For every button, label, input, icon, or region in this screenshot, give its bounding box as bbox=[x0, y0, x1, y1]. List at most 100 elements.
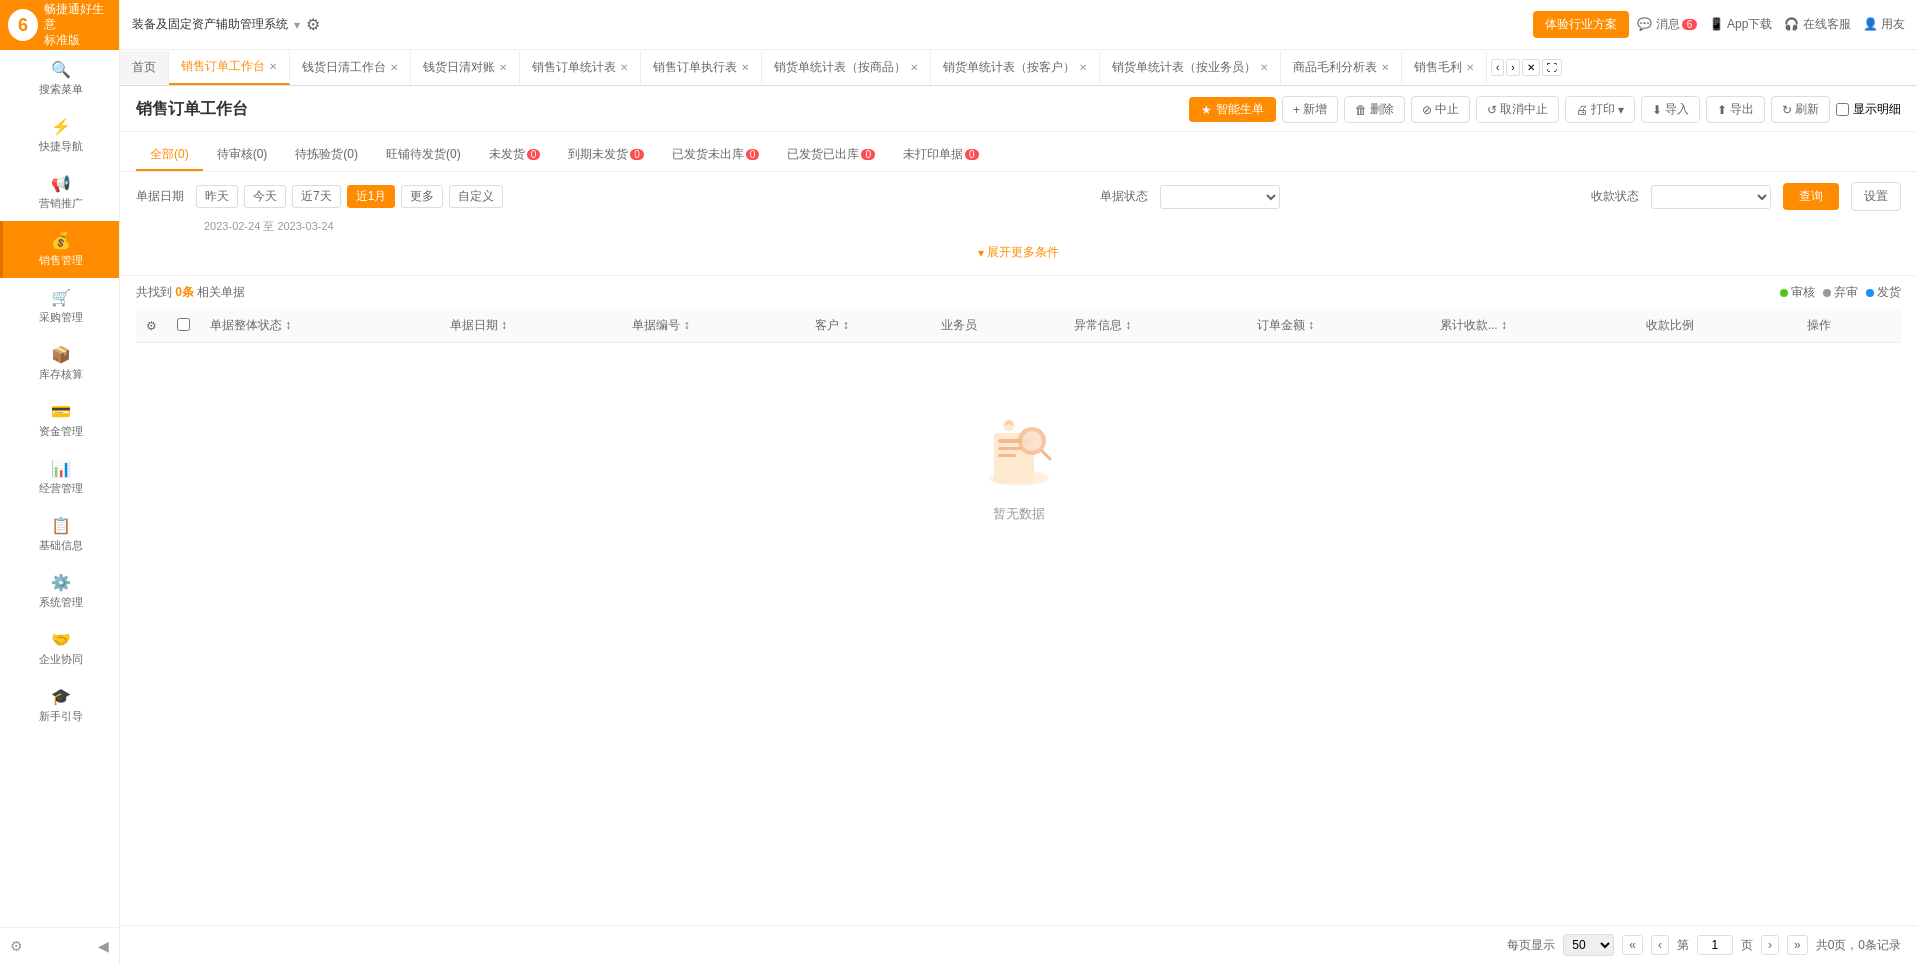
sort-icon[interactable]: ↕ bbox=[501, 318, 507, 332]
tab-close-cash-daily[interactable]: ✕ bbox=[390, 62, 398, 73]
sort-icon[interactable]: ↕ bbox=[684, 318, 690, 332]
tab-close-sales-exec[interactable]: ✕ bbox=[741, 62, 749, 73]
page-size-select[interactable]: 102050100 bbox=[1563, 934, 1614, 956]
tab-close-sales-more[interactable]: ✕ bbox=[1466, 62, 1474, 73]
sidebar-item-purchase[interactable]: 🛒采购管理 bbox=[0, 278, 119, 335]
print-button[interactable]: 🖨 打印 ▾ bbox=[1565, 96, 1635, 123]
tab-cash-daily[interactable]: 钱货日清工作台✕ bbox=[290, 51, 411, 84]
tab-sales-stats[interactable]: 销售订单统计表✕ bbox=[520, 51, 641, 84]
sidebar-label-quick: 快捷导航 bbox=[39, 139, 83, 154]
subtab-all[interactable]: 全部(0) bbox=[136, 140, 203, 171]
tab-close-sales-summary-product[interactable]: ✕ bbox=[910, 62, 918, 73]
tab-gross-profit[interactable]: 商品毛利分析表✕ bbox=[1281, 51, 1402, 84]
cancel-stop-button[interactable]: ↺ 取消中止 bbox=[1476, 96, 1559, 123]
sidebar-item-finance[interactable]: 💳资金管理 bbox=[0, 392, 119, 449]
next-page-button[interactable]: › bbox=[1761, 935, 1779, 955]
prev-page-button[interactable]: ‹ bbox=[1651, 935, 1669, 955]
date-option-1month[interactable]: 近1月 bbox=[347, 185, 396, 208]
subtab-expired[interactable]: 到期未发货0 bbox=[554, 140, 658, 171]
message-icon[interactable]: 💬 消息6 bbox=[1637, 16, 1697, 33]
sort-icon[interactable]: ↕ bbox=[1308, 318, 1314, 332]
sidebar-item-inventory[interactable]: 📦库存核算 bbox=[0, 335, 119, 392]
online-service-link[interactable]: 🎧 在线客服 bbox=[1784, 16, 1850, 33]
status-select[interactable] bbox=[1160, 185, 1280, 209]
table-scroll[interactable] bbox=[120, 905, 1917, 925]
subtab-pending[interactable]: 待审核(0) bbox=[203, 140, 282, 171]
tab-sales-exec[interactable]: 销售订单执行表✕ bbox=[641, 51, 762, 84]
set-button[interactable]: 设置 bbox=[1851, 182, 1901, 211]
last-page-button[interactable]: » bbox=[1787, 935, 1808, 955]
payment-select[interactable] bbox=[1651, 185, 1771, 209]
sort-icon[interactable]: ↕ bbox=[285, 318, 291, 332]
audit-action-button[interactable]: 审核 bbox=[1780, 284, 1815, 301]
ship-action-button[interactable]: 发货 bbox=[1866, 284, 1901, 301]
tab-prev-button[interactable]: ‹ bbox=[1491, 59, 1504, 76]
tab-sales-summary-customer[interactable]: 销货单统计表（按客户）✕ bbox=[931, 51, 1100, 84]
import-button[interactable]: ⬇ 导入 bbox=[1641, 96, 1700, 123]
export-icon: ⬆ bbox=[1717, 103, 1727, 117]
date-option-custom[interactable]: 自定义 bbox=[449, 185, 503, 208]
date-option-yesterday[interactable]: 昨天 bbox=[196, 185, 238, 208]
show-detail-checkbox[interactable] bbox=[1836, 103, 1849, 116]
date-option-today[interactable]: 今天 bbox=[244, 185, 286, 208]
sidebar-item-system[interactable]: ⚙️系统管理 bbox=[0, 563, 119, 620]
show-detail-toggle[interactable]: 显示明细 bbox=[1836, 101, 1901, 118]
sidebar-item-operations[interactable]: 📊经营管理 bbox=[0, 449, 119, 506]
sidebar-item-enterprise[interactable]: 🤝企业协同 bbox=[0, 620, 119, 677]
sort-icon[interactable]: ↕ bbox=[1125, 318, 1131, 332]
page-input[interactable] bbox=[1697, 935, 1733, 955]
th-check[interactable] bbox=[167, 309, 200, 343]
tab-close-gross-profit[interactable]: ✕ bbox=[1381, 62, 1389, 73]
sort-icon[interactable]: ↕ bbox=[843, 318, 849, 332]
smart-create-button[interactable]: ★ 智能生单 bbox=[1189, 97, 1276, 122]
add-button[interactable]: + 新增 bbox=[1282, 96, 1338, 123]
tab-close-sales-stats[interactable]: ✕ bbox=[620, 62, 628, 73]
export-button[interactable]: ⬆ 导出 bbox=[1706, 96, 1765, 123]
tabbar: 首页销售订单工作台✕钱货日清工作台✕钱货日清对账✕销售订单统计表✕销售订单执行表… bbox=[120, 50, 1917, 86]
sidebar-item-marketing[interactable]: 📢营销推广 bbox=[0, 164, 119, 221]
sidebar-item-sales[interactable]: 💰销售管理 bbox=[0, 221, 119, 278]
industry-solution-button[interactable]: 体验行业方案 bbox=[1533, 11, 1629, 38]
date-option-more[interactable]: 更多 bbox=[401, 185, 443, 208]
tab-close-all-button[interactable]: ✕ bbox=[1522, 59, 1540, 76]
app-download-link[interactable]: 📱 App下载 bbox=[1709, 16, 1772, 33]
tab-sales-order[interactable]: 销售订单工作台✕ bbox=[169, 50, 290, 85]
tab-sales-summary-staff[interactable]: 销货单统计表（按业务员）✕ bbox=[1100, 51, 1281, 84]
expand-filter-button[interactable]: ▾ 展开更多条件 bbox=[978, 244, 1059, 261]
topbar-gear-icon[interactable]: ⚙ bbox=[306, 15, 320, 34]
subtab-wangpu[interactable]: 旺铺待发货(0) bbox=[372, 140, 475, 171]
tab-close-sales-summary-staff[interactable]: ✕ bbox=[1260, 62, 1268, 73]
tab-next-button[interactable]: › bbox=[1506, 59, 1519, 76]
settings-icon[interactable]: ⚙ bbox=[10, 938, 23, 954]
tab-cash-reconcile[interactable]: 钱货日清对账✕ bbox=[411, 51, 520, 84]
query-button[interactable]: 查询 bbox=[1783, 183, 1839, 210]
subtab-not-shipped[interactable]: 未发货0 bbox=[475, 140, 555, 171]
tab-expand-button[interactable]: ⛶ bbox=[1542, 59, 1562, 76]
sidebar-item-newbie[interactable]: 🎓新手引导 bbox=[0, 677, 119, 734]
sidebar-item-quick[interactable]: ⚡快捷导航 bbox=[0, 107, 119, 164]
refresh-button[interactable]: ↻ 刷新 bbox=[1771, 96, 1830, 123]
reject-action-button[interactable]: 弃审 bbox=[1823, 284, 1858, 301]
tab-close-sales-summary-customer[interactable]: ✕ bbox=[1079, 62, 1087, 73]
topbar-dropdown-icon[interactable]: ▾ bbox=[294, 18, 300, 32]
tab-sales-more[interactable]: 销售毛利✕ bbox=[1402, 51, 1487, 84]
first-page-button[interactable]: « bbox=[1622, 935, 1643, 955]
date-option-7days[interactable]: 近7天 bbox=[292, 185, 341, 208]
tab-close-sales-order[interactable]: ✕ bbox=[269, 61, 277, 72]
sidebar-item-search[interactable]: 🔍搜索菜单 bbox=[0, 50, 119, 107]
user-menu[interactable]: 👤 用友 bbox=[1863, 16, 1905, 33]
th-settings[interactable]: ⚙ bbox=[136, 309, 167, 343]
stop-button[interactable]: ⊘ 中止 bbox=[1411, 96, 1470, 123]
collapse-icon[interactable]: ◀ bbox=[98, 938, 109, 954]
subtab-pending-check[interactable]: 待拣验货(0) bbox=[281, 140, 372, 171]
subtab-shipped-not-out[interactable]: 已发货未出库0 bbox=[658, 140, 774, 171]
subtab-shipped-out[interactable]: 已发货已出库0 bbox=[773, 140, 889, 171]
sidebar-item-basic[interactable]: 📋基础信息 bbox=[0, 506, 119, 563]
sort-icon[interactable]: ↕ bbox=[1501, 318, 1507, 332]
tab-sales-summary-product[interactable]: 销货单统计表（按商品）✕ bbox=[762, 51, 931, 84]
delete-button[interactable]: 🗑 删除 bbox=[1344, 96, 1405, 123]
tab-close-cash-reconcile[interactable]: ✕ bbox=[499, 62, 507, 73]
select-all-checkbox[interactable] bbox=[177, 318, 190, 331]
tab-home[interactable]: 首页 bbox=[120, 51, 169, 84]
subtab-not-printed[interactable]: 未打印单据0 bbox=[889, 140, 993, 171]
